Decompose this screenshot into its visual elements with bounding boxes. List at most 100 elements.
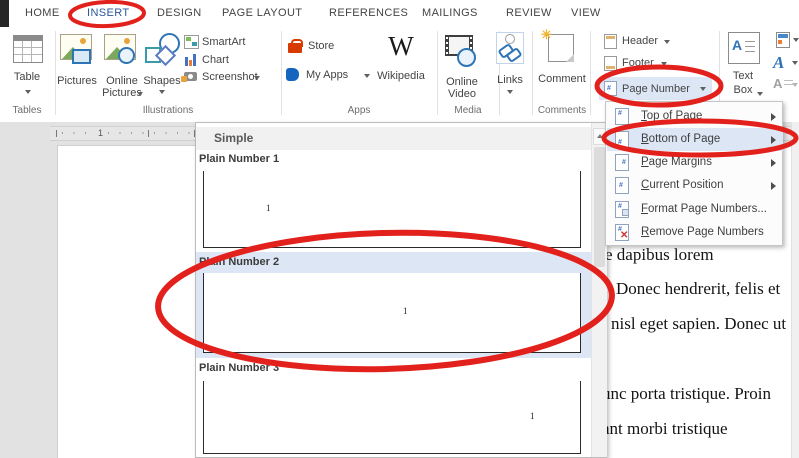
new-comment-icon: ✳ — [548, 34, 574, 62]
drop-cap-icon: A — [773, 76, 782, 91]
tab-references[interactable]: REFERENCES — [329, 7, 408, 19]
footer-icon — [604, 56, 617, 71]
menu-item-page-margins[interactable]: # Page Margins — [607, 151, 783, 174]
page-number-button-label: Page Number — [622, 83, 690, 95]
menu-item-top-of-page[interactable]: # Top of Page — [607, 105, 783, 128]
submenu-arrow-icon — [771, 182, 776, 190]
page-preview: 1 — [203, 171, 581, 248]
page-number-gallery: Simple Plain Number 1 1 Plain Number 2 1… — [195, 122, 607, 458]
monitor-icon — [72, 49, 91, 64]
menu-item-format-page-numbers[interactable]: # Format Page Numbers... — [607, 198, 783, 221]
gallery-item-plain-number-3[interactable]: Plain Number 3 1 — [196, 360, 591, 458]
chevron-down-icon — [25, 90, 31, 94]
submenu-arrow-icon — [771, 113, 776, 121]
shapes-icon — [145, 33, 179, 69]
chart-button-label: Chart — [202, 54, 229, 66]
doc-text-line: nisl eget sapien. Donec ut — [611, 314, 786, 334]
globe-icon — [457, 48, 476, 67]
gallery-section-header: Simple — [196, 127, 591, 150]
drop-cap-button[interactable]: A — [772, 76, 799, 92]
footer-button-label: Footer — [622, 57, 654, 69]
online-video-button-label: Online Video — [440, 76, 484, 100]
doc-text-line: e dapibus lorem — [605, 245, 714, 265]
menu-item-bottom-of-page[interactable]: # Bottom of Page — [607, 128, 783, 151]
chevron-down-icon — [254, 76, 260, 80]
chevron-down-icon — [757, 92, 763, 96]
smartart-button[interactable]: SmartArt — [184, 35, 256, 49]
comment-button[interactable]: ✳ Comment — [534, 31, 590, 111]
quick-parts-icon — [776, 32, 790, 48]
arrow-up-icon — [597, 134, 603, 138]
page-number-menu: # Top of Page # Bottom of Page # Page Ma… — [605, 101, 783, 246]
menu-item-remove-page-numbers[interactable]: # ✕ Remove Page Numbers — [607, 221, 783, 244]
scrollbar-thumb[interactable] — [594, 147, 605, 267]
wikipedia-button[interactable]: W Wikipedia — [368, 31, 434, 87]
header-icon — [604, 34, 617, 49]
page-preview: 1 — [203, 381, 581, 454]
links-button-label: Links — [492, 74, 528, 86]
page-margins-icon: # — [615, 154, 629, 171]
current-position-icon: # — [615, 177, 629, 194]
header-button[interactable]: Header — [600, 34, 714, 52]
gallery-item-plain-number-2[interactable]: Plain Number 2 1 — [196, 252, 592, 358]
chevron-down-icon — [792, 83, 798, 87]
doc-text-line: unc porta tristique. Proin — [602, 384, 771, 404]
tables-group-label: Tables — [2, 105, 52, 116]
store-button[interactable]: Store — [287, 38, 347, 56]
wordart-icon: A — [773, 53, 784, 73]
page-preview: 1 — [203, 273, 581, 353]
comment-button-label: Comment — [534, 73, 590, 85]
chevron-down-icon — [664, 40, 670, 44]
pictures-button-label: Pictures — [54, 75, 100, 87]
text-box-button-label: Text Box — [726, 69, 760, 97]
table-button[interactable]: Table — [2, 30, 52, 102]
document-scrollbar[interactable] — [791, 122, 799, 458]
wikipedia-icon: W — [368, 31, 434, 61]
tab-insert[interactable]: INSERT — [87, 7, 130, 19]
media-group-label: Media — [441, 105, 495, 116]
chevron-down-icon — [159, 90, 165, 94]
format-page-numbers-icon: # — [615, 201, 629, 218]
page-number-button[interactable]: # Page Number — [599, 77, 712, 100]
chevron-down-icon — [661, 62, 667, 66]
doc-text-line: Donec hendrerit, felis et — [616, 279, 780, 299]
ruler-inch-label: 1 — [96, 128, 105, 138]
tab-view[interactable]: VIEW — [571, 7, 601, 19]
doc-text-line: ant morbi tristique — [602, 419, 728, 439]
smartart-icon — [184, 35, 199, 49]
wordart-button[interactable]: A — [772, 53, 799, 71]
table-button-label: Table — [2, 71, 52, 83]
chevron-down-icon — [700, 87, 706, 91]
my-apps-icon — [286, 68, 299, 81]
apps-group-label: Apps — [286, 105, 432, 116]
tab-mailings[interactable]: MAILINGS — [422, 7, 478, 19]
online-video-button[interactable]: Online Video — [440, 34, 484, 114]
links-button[interactable]: Links — [492, 31, 528, 117]
window-edge — [0, 0, 9, 27]
store-button-label: Store — [308, 40, 334, 52]
pictures-button[interactable]: Pictures — [56, 33, 98, 113]
tab-page-layout[interactable]: PAGE LAYOUT — [222, 7, 302, 19]
word-window: HOME INSERT DESIGN PAGE LAYOUT REFERENCE… — [0, 0, 799, 458]
tab-design[interactable]: DESIGN — [157, 7, 202, 19]
illustrations-group-label: Illustrations — [60, 105, 276, 116]
comments-group-label: Comments — [534, 105, 590, 116]
page-number-icon: # — [604, 81, 617, 96]
submenu-arrow-icon — [771, 136, 776, 144]
remove-page-numbers-icon: # ✕ — [615, 224, 629, 241]
group-divider — [590, 31, 591, 115]
quick-parts-button[interactable] — [772, 32, 799, 48]
my-apps-button[interactable]: My Apps — [285, 66, 375, 84]
tab-home[interactable]: HOME — [25, 7, 60, 19]
chart-icon — [184, 53, 197, 66]
text-box-button[interactable]: A Text Box — [722, 31, 766, 103]
bottom-of-page-icon: # — [615, 131, 629, 148]
chart-button[interactable]: Chart — [184, 53, 256, 67]
group-divider — [281, 31, 282, 115]
screenshot-button[interactable]: Screenshot — [184, 70, 260, 84]
tab-review[interactable]: REVIEW — [506, 7, 552, 19]
chevron-down-icon — [792, 61, 798, 65]
table-grid-icon — [13, 35, 43, 63]
footer-button[interactable]: Footer — [600, 56, 714, 74]
menu-item-current-position[interactable]: # Current Position — [607, 174, 783, 197]
